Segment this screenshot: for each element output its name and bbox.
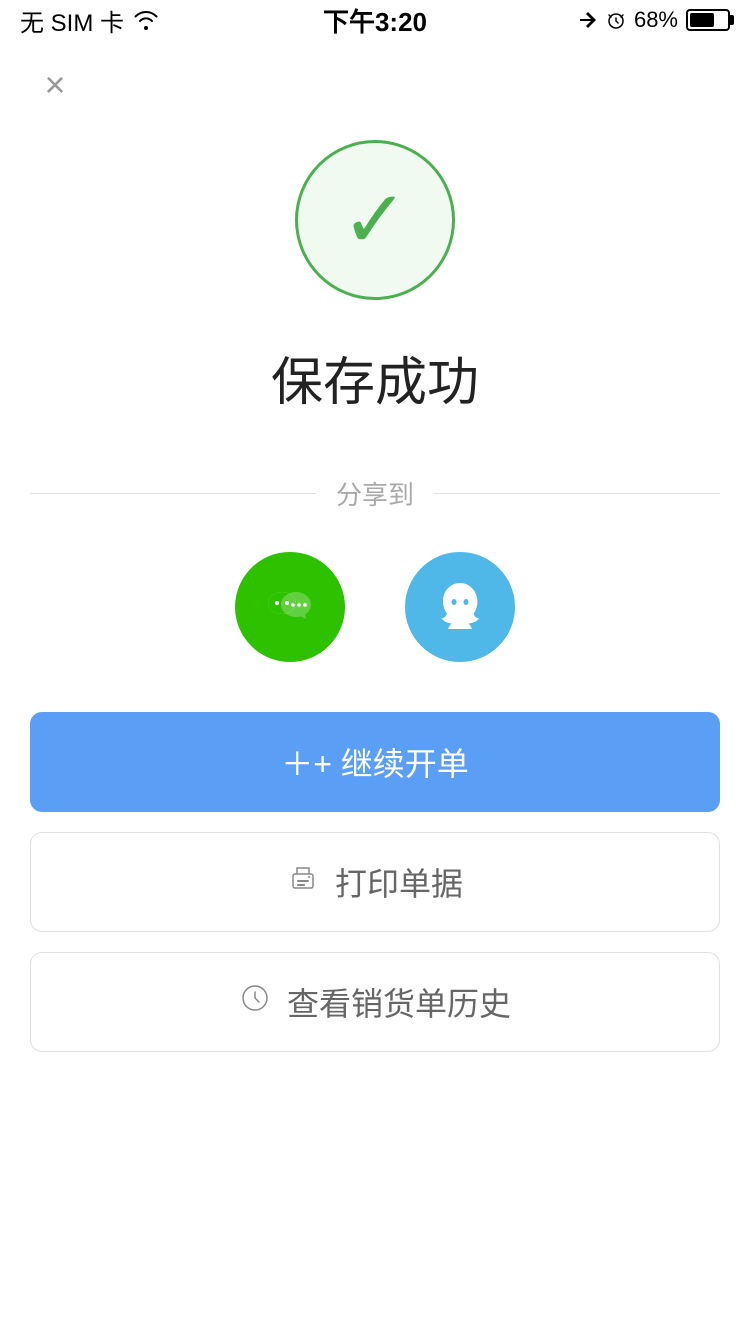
print-label: 打印单据	[335, 859, 463, 905]
location-icon	[578, 10, 598, 30]
wifi-icon	[132, 10, 160, 30]
no-sim-text: 无 SIM 卡	[20, 3, 124, 38]
divider-left	[30, 493, 316, 494]
share-section: 分享到	[30, 475, 720, 662]
close-button[interactable]: ×	[30, 60, 80, 110]
success-icon-circle: ✓	[295, 140, 455, 300]
action-buttons: ＋ + 继续开单 打印单据	[30, 712, 720, 1052]
history-button[interactable]: 查看销货单历史	[30, 952, 720, 1052]
share-wechat-button[interactable]	[235, 552, 345, 662]
share-label: 分享到	[336, 475, 414, 512]
alarm-icon	[606, 10, 626, 30]
print-icon	[287, 862, 319, 902]
status-bar: 无 SIM 卡 下午3:20 68%	[0, 0, 750, 40]
continue-button[interactable]: ＋ + 继续开单	[30, 712, 720, 812]
status-left: 无 SIM 卡	[20, 3, 160, 38]
status-time: 下午3:20	[323, 2, 427, 39]
print-button[interactable]: 打印单据	[30, 832, 720, 932]
success-title: 保存成功	[271, 340, 479, 415]
close-icon: ×	[44, 67, 65, 103]
checkmark-icon: ✓	[341, 180, 408, 260]
share-divider: 分享到	[30, 475, 720, 512]
status-right: 68%	[578, 7, 730, 33]
wechat-icon	[258, 575, 322, 639]
share-qq-button[interactable]	[405, 552, 515, 662]
battery-icon	[686, 9, 730, 31]
plus-icon: ＋	[281, 739, 313, 785]
main-content: × ✓ 保存成功 分享到	[0, 40, 750, 1334]
qq-icon	[428, 575, 492, 639]
battery-percent: 68%	[634, 7, 678, 33]
continue-label: + 继续开单	[313, 739, 469, 785]
divider-right	[434, 493, 720, 494]
clock-icon	[239, 982, 271, 1022]
history-label: 查看销货单历史	[287, 979, 511, 1025]
share-icons-row	[30, 552, 720, 662]
